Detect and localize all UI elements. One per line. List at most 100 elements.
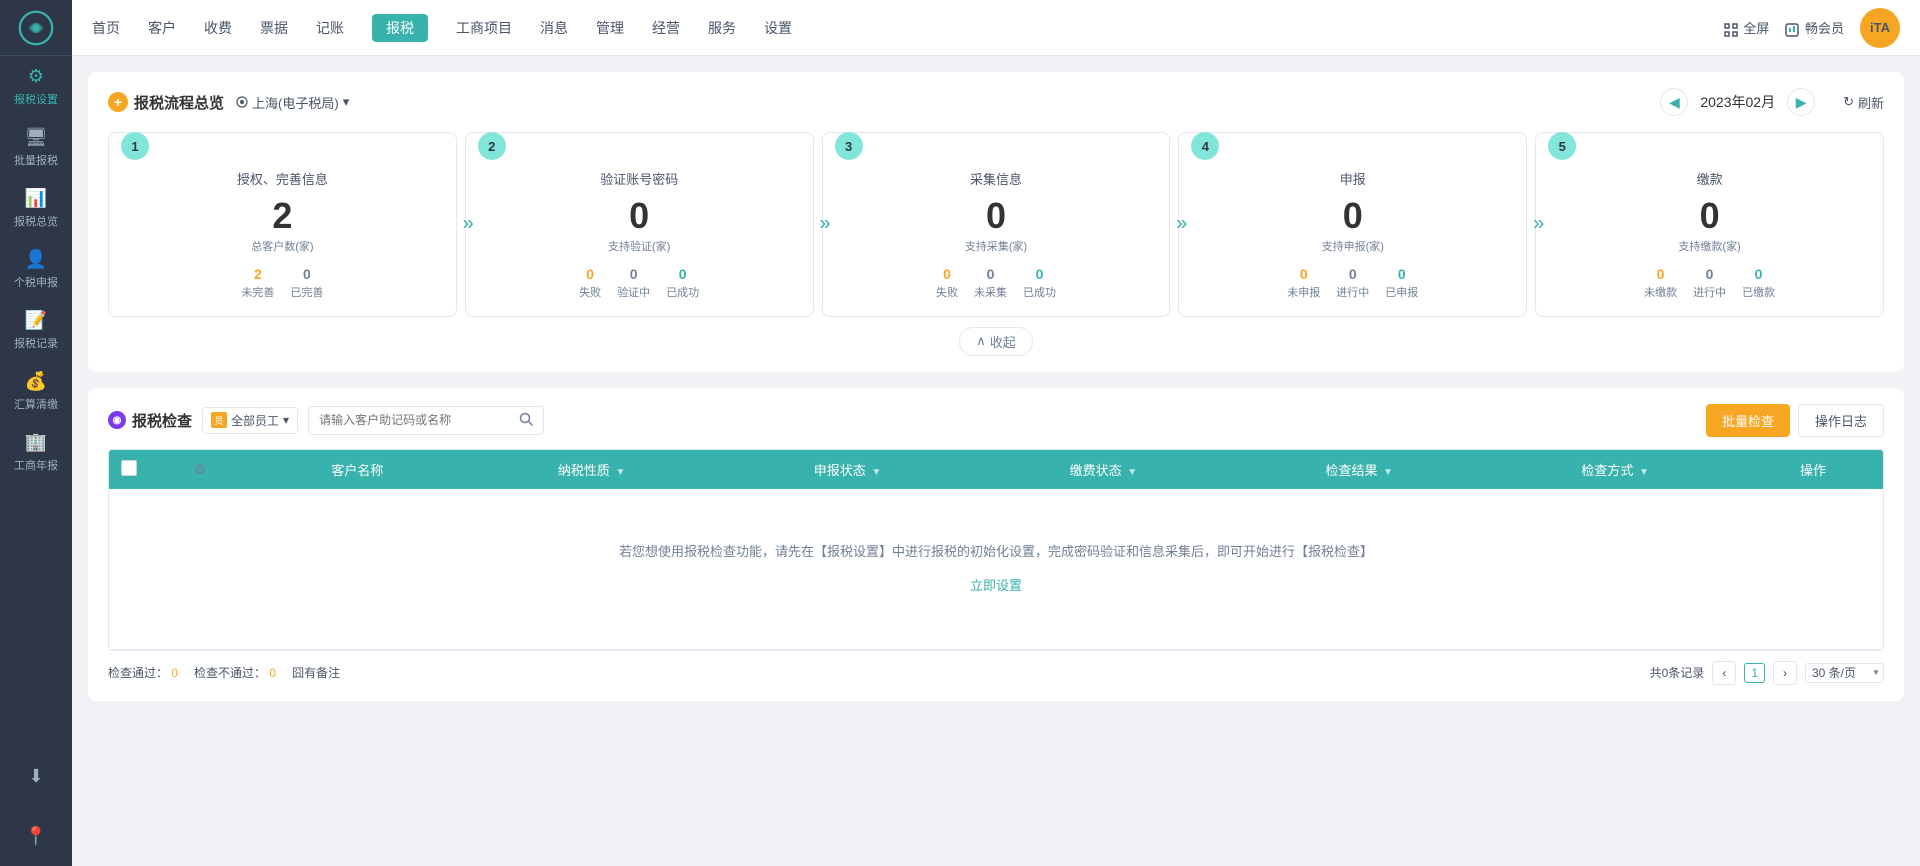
search-icon [519, 412, 533, 426]
sidebar-item-label: 批量报税 [14, 152, 58, 168]
stat-label: 进行中 [1693, 284, 1726, 300]
employee-select[interactable]: 员 全部员工 ▾ [202, 407, 298, 434]
nav-tax[interactable]: 报税 [372, 14, 428, 42]
step-title-1: 授权、完善信息 [237, 169, 328, 188]
next-page-btn[interactable]: › [1773, 661, 1797, 685]
sidebar-item-personal-tax[interactable]: 👤 个税申报 [0, 239, 72, 300]
col-declaration-status: 申报状态 ▼ [720, 450, 976, 489]
setup-link[interactable]: 立即设置 [970, 578, 1022, 593]
filter-icon[interactable]: ▼ [615, 467, 625, 478]
stat-val: 0 [1398, 266, 1406, 282]
stat-item: 0 未缴款 [1644, 266, 1677, 300]
nav-client[interactable]: 客户 [148, 14, 176, 42]
stat-item: 0 已缴款 [1742, 266, 1775, 300]
fullscreen-btn[interactable]: 全屏 [1724, 18, 1770, 37]
step-stats-5: 0 未缴款 0 进行中 0 已缴款 [1644, 266, 1775, 300]
nav-service[interactable]: 服务 [708, 14, 736, 42]
user-avatar[interactable]: iTA [1860, 8, 1900, 48]
nav-home[interactable]: 首页 [92, 14, 120, 42]
batch-tax-icon: 🖥 [25, 127, 48, 148]
stat-val: 0 [1755, 266, 1763, 282]
filter-icon[interactable]: ▼ [1383, 467, 1393, 478]
stat-item: 0 进行中 [1693, 266, 1726, 300]
pass-stat: 检查通过： 0 [108, 664, 178, 681]
step-count-2: 0 [629, 196, 649, 236]
nav-fee[interactable]: 收费 [204, 14, 232, 42]
step-count-3: 0 [986, 196, 1006, 236]
stat-val: 0 [1036, 266, 1044, 282]
nav-bookkeeping[interactable]: 记账 [316, 14, 344, 42]
nav-settings[interactable]: 设置 [764, 14, 792, 42]
step-title-5: 缴款 [1697, 169, 1723, 188]
filter-icon[interactable]: ▼ [1639, 467, 1649, 478]
collapse-btn[interactable]: ∧ 收起 [959, 327, 1033, 356]
sidebar-item-download[interactable]: ⬇ [21, 746, 51, 806]
stat-item: 0 已成功 [1023, 266, 1056, 300]
stat-label: 失败 [579, 284, 601, 300]
step-count-4: 0 [1343, 196, 1363, 236]
search-btn[interactable] [509, 407, 543, 434]
settlement-icon: 💰 [25, 371, 47, 392]
tax-records-icon: 📝 [25, 310, 47, 331]
stat-item: 0 失败 [579, 266, 601, 300]
col-check-method: 检查方式 ▼ [1487, 450, 1743, 489]
step-arrow-1: » [463, 213, 474, 236]
member-btn[interactable]: 畅会员 [1785, 18, 1844, 37]
first-page-btn[interactable]: ‹ [1712, 661, 1736, 685]
sidebar-item-annual-report[interactable]: 🏢 工商年报 [0, 422, 72, 483]
sidebar-item-tax-overview[interactable]: 📊 报税总览 [0, 178, 72, 239]
stat-item: 0 验证中 [617, 266, 650, 300]
nav-business[interactable]: 工商项目 [456, 14, 512, 42]
main-area: 首页 客户 收费 票据 记账 报税 工商项目 消息 管理 经营 服务 设置 全屏… [72, 0, 1920, 866]
chevron-down-icon: ▾ [283, 413, 289, 427]
sidebar-bottom: ⬇ 📍 [21, 746, 51, 866]
collapse-bar: ∧ 收起 [108, 317, 1884, 356]
stat-item: 0 已完善 [290, 266, 323, 300]
step-subtitle-5: 支持缴款(家) [1678, 238, 1740, 254]
plus-icon: + [108, 92, 128, 112]
sidebar-item-label: 个税申报 [14, 274, 58, 290]
stat-val: 0 [1300, 266, 1308, 282]
check-header: ◉ 报税检查 员 全部员工 ▾ 批量检查 操作日志 [108, 404, 1884, 437]
nav-management[interactable]: 管理 [596, 14, 624, 42]
flow-step-2: 2 验证账号密码 0 支持验证(家) 0 失败 0 验证中 [465, 132, 814, 317]
nav-operations[interactable]: 经营 [652, 14, 680, 42]
operation-log-btn[interactable]: 操作日志 [1798, 404, 1884, 437]
step-num-1: 1 [121, 132, 149, 160]
refresh-btn[interactable]: ↻ 刷新 [1843, 93, 1884, 112]
nav-message[interactable]: 消息 [540, 14, 568, 42]
sidebar-item-location[interactable]: 📍 [21, 806, 51, 866]
prev-month-btn[interactable]: ◀ [1660, 88, 1688, 116]
tax-overview-icon: 📊 [25, 188, 47, 209]
search-input[interactable] [309, 408, 509, 432]
total-records: 共0条记录 [1650, 664, 1705, 681]
stat-item: 0 未采集 [974, 266, 1007, 300]
sidebar-item-batch-tax[interactable]: 🖥 批量报税 [0, 117, 72, 178]
step-stats-3: 0 失败 0 未采集 0 已成功 [936, 266, 1056, 300]
stat-label: 已缴款 [1742, 284, 1775, 300]
location-tag[interactable]: 上海(电子税局) ▾ [236, 93, 349, 112]
next-month-btn[interactable]: ▶ [1787, 88, 1815, 116]
filter-icon[interactable]: ▼ [1127, 467, 1137, 478]
stat-val: 0 [987, 266, 995, 282]
sidebar-item-tax-settings[interactable]: ⚙ 报税设置 [0, 56, 72, 117]
per-page-select[interactable]: 30 条/页 50 条/页 100 条/页 [1805, 663, 1884, 683]
fail-val[interactable]: 0 [269, 666, 276, 680]
batch-check-btn[interactable]: 批量检查 [1706, 404, 1790, 437]
stat-val: 0 [679, 266, 687, 282]
select-all-checkbox[interactable] [121, 460, 137, 476]
sidebar-item-settlement[interactable]: 💰 汇算清缴 [0, 361, 72, 422]
filter-icon[interactable]: ▼ [871, 467, 881, 478]
stat-label: 验证中 [617, 284, 650, 300]
stat-label: 已完善 [290, 284, 323, 300]
chevron-up-icon: ∧ [976, 333, 986, 349]
sidebar-item-label: 报税记录 [14, 335, 58, 351]
gear-icon[interactable]: ⚙ [194, 461, 207, 477]
app-logo[interactable] [0, 0, 72, 56]
pass-val[interactable]: 0 [171, 666, 178, 680]
col-tax-type: 纳税性质 ▼ [464, 450, 720, 489]
stat-item: 0 失败 [936, 266, 958, 300]
sidebar-item-tax-records[interactable]: 📝 报税记录 [0, 300, 72, 361]
nav-invoice[interactable]: 票据 [260, 14, 288, 42]
content-area: + 报税流程总览 上海(电子税局) ▾ ◀ 2023年02月 ▶ ↻ 刷新 [72, 56, 1920, 866]
